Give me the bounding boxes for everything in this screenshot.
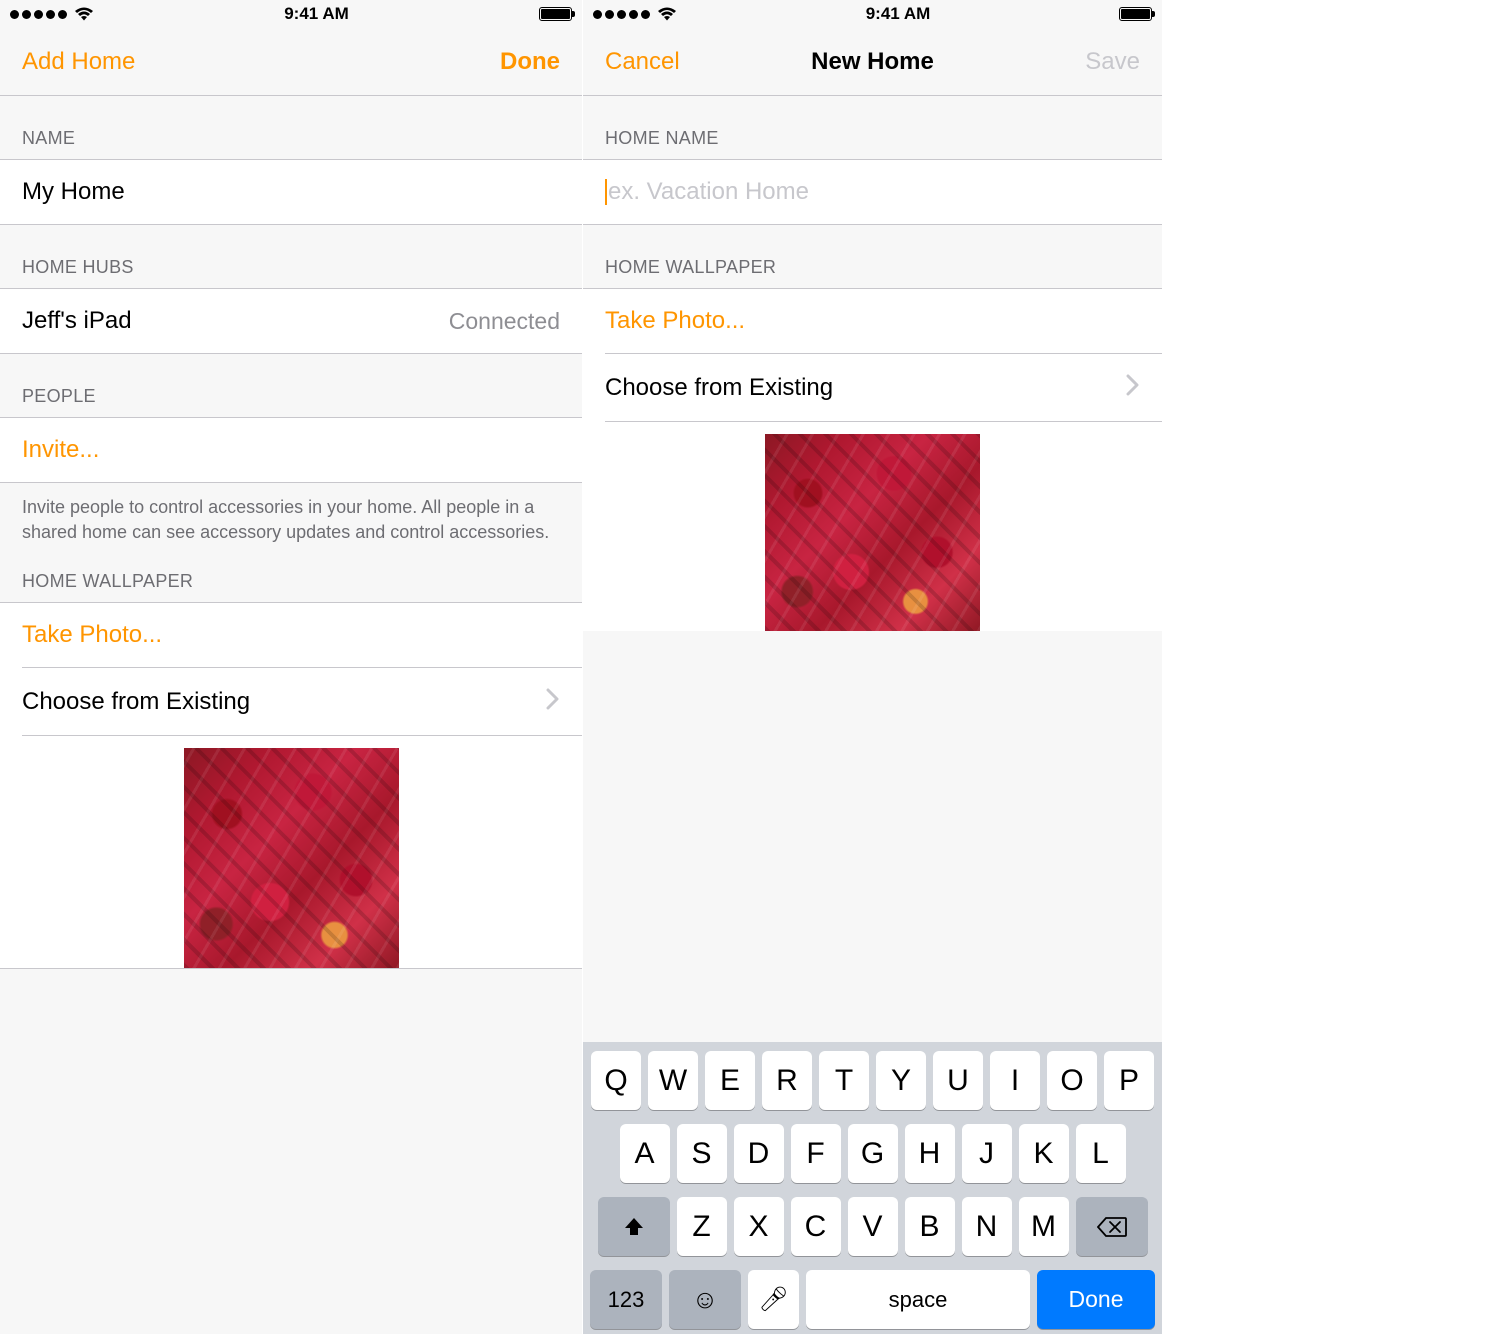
section-header-wallpaper: HOME WALLPAPER [0,553,582,602]
shift-icon [622,1215,646,1239]
keyboard-row-3: Z X C V B N M [588,1197,1157,1256]
key-m[interactable]: M [1019,1197,1069,1256]
invite-label: Invite... [22,436,99,464]
keyboard-row-2: A S D F G H J K L [588,1124,1157,1183]
key-w[interactable]: W [648,1051,698,1110]
choose-existing-label: Choose from Existing [605,374,833,402]
key-c[interactable]: C [791,1197,841,1256]
key-space[interactable]: space [806,1270,1030,1329]
key-g[interactable]: G [848,1124,898,1183]
keyboard: Q W E R T Y U I O P A S D F G H J K L [583,1042,1162,1334]
key-dictation[interactable]: 🎤︎ [748,1270,799,1329]
section-header-home-name: HOME NAME [583,96,1162,159]
hub-row[interactable]: Jeff's iPad Connected [0,288,582,354]
key-l[interactable]: L [1076,1124,1126,1183]
key-n[interactable]: N [962,1197,1012,1256]
key-u[interactable]: U [933,1051,983,1110]
cancel-button[interactable]: Cancel [605,48,680,76]
keyboard-row-4: 123 ☺ 🎤︎ space Done [588,1270,1157,1329]
people-footer: Invite people to control accessories in … [0,483,582,553]
invite-row[interactable]: Invite... [0,417,582,483]
mic-icon: 🎤︎ [758,1285,788,1314]
key-h[interactable]: H [905,1124,955,1183]
wifi-icon [657,7,677,21]
status-bar: 9:41 AM [583,0,1162,28]
key-i[interactable]: I [990,1051,1040,1110]
section-header-wallpaper: HOME WALLPAPER [583,225,1162,288]
hub-name: Jeff's iPad [22,307,132,335]
chevron-right-icon [546,686,560,717]
save-button[interactable]: Save [1085,48,1140,76]
section-header-hubs: HOME HUBS [0,225,582,288]
wallpaper-preview[interactable] [0,736,582,968]
key-e[interactable]: E [705,1051,755,1110]
home-name-input-row[interactable] [583,159,1162,225]
wifi-icon [74,7,94,21]
wallpaper-preview[interactable] [583,422,1162,631]
key-j[interactable]: J [962,1124,1012,1183]
key-y[interactable]: Y [876,1051,926,1110]
nav-title: New Home [811,48,934,76]
hub-status: Connected [449,308,560,335]
take-photo-label: Take Photo... [22,621,162,649]
nav-bar: Cancel New Home Save [583,28,1162,96]
key-t[interactable]: T [819,1051,869,1110]
key-f[interactable]: F [791,1124,841,1183]
key-s[interactable]: S [677,1124,727,1183]
key-a[interactable]: A [620,1124,670,1183]
home-name-row[interactable]: My Home [0,159,582,225]
take-photo-row[interactable]: Take Photo... [0,603,582,667]
home-name-input[interactable] [608,178,1140,206]
status-time: 9:41 AM [866,4,931,24]
signal-dots-icon [10,10,67,19]
key-r[interactable]: R [762,1051,812,1110]
battery-icon [539,7,572,21]
signal-dots-icon [593,10,650,19]
key-numbers[interactable]: 123 [590,1270,662,1329]
section-header-name: NAME [0,96,582,159]
status-bar: 9:41 AM [0,0,582,28]
choose-existing-row[interactable]: Choose from Existing [583,354,1162,421]
key-o[interactable]: O [1047,1051,1097,1110]
backspace-icon [1097,1216,1127,1238]
key-emoji[interactable]: ☺ [669,1270,741,1329]
done-button[interactable]: Done [500,48,560,76]
key-z[interactable]: Z [677,1197,727,1256]
text-cursor [605,179,607,205]
choose-existing-label: Choose from Existing [22,688,250,716]
chevron-right-icon [1126,372,1140,403]
take-photo-row[interactable]: Take Photo... [583,289,1162,353]
key-v[interactable]: V [848,1197,898,1256]
key-done[interactable]: Done [1037,1270,1155,1329]
key-b[interactable]: B [905,1197,955,1256]
status-time: 9:41 AM [284,4,349,24]
nav-bar: Add Home Done [0,28,582,96]
home-name-value: My Home [22,178,125,206]
emoji-icon: ☺ [692,1284,719,1315]
choose-existing-row[interactable]: Choose from Existing [0,668,582,735]
screen-new-home: 9:41 AM Cancel New Home Save HOME NAME H… [583,0,1162,1334]
key-k[interactable]: K [1019,1124,1069,1183]
battery-icon [1119,7,1152,21]
take-photo-label: Take Photo... [605,307,745,335]
key-d[interactable]: D [734,1124,784,1183]
key-p[interactable]: P [1104,1051,1154,1110]
key-backspace[interactable] [1076,1197,1148,1256]
key-q[interactable]: Q [591,1051,641,1110]
add-home-button[interactable]: Add Home [22,48,135,76]
section-header-people: PEOPLE [0,354,582,417]
screen-home-settings: 9:41 AM Add Home Done NAME My Home HOME … [0,0,583,1334]
keyboard-row-1: Q W E R T Y U I O P [588,1051,1157,1110]
key-x[interactable]: X [734,1197,784,1256]
key-shift[interactable] [598,1197,670,1256]
